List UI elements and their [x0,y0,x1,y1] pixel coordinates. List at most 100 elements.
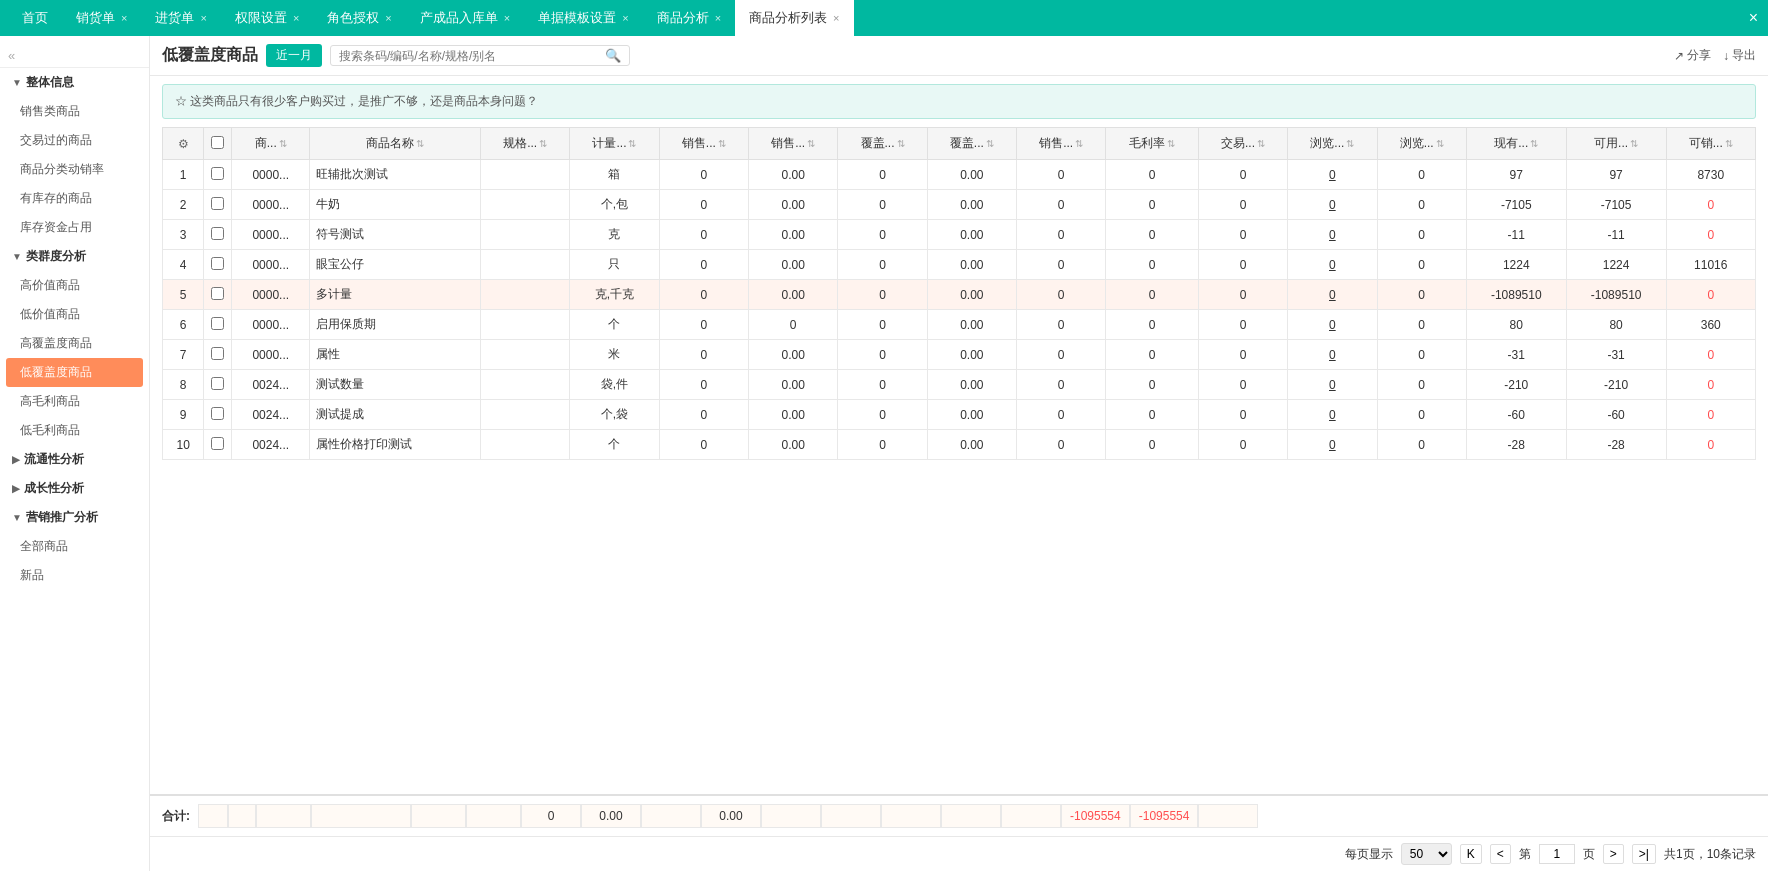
nav-role-auth[interactable]: 角色授权 × [313,0,405,36]
row-browse1-2[interactable]: 0 [1288,220,1377,250]
row-checkbox-8[interactable] [204,400,232,430]
settings-column-header[interactable]: ⚙ [163,128,204,160]
sidebar-section-marketing[interactable]: ▼ 营销推广分析 [0,503,149,532]
row-name-8[interactable]: 测试提成 [310,400,481,430]
row-name-5[interactable]: 启用保质期 [310,310,481,340]
row-checkbox-6[interactable] [204,340,232,370]
sidebar-item-traded-goods[interactable]: 交易过的商品 [0,126,149,155]
sidebar-item-category-rate[interactable]: 商品分类动销率 [0,155,149,184]
next-page-button[interactable]: > [1603,844,1624,864]
row-sales2-5: 0 [749,310,838,340]
code-column-header[interactable]: 商...⇅ [232,128,310,160]
export-button[interactable]: ↓ 导出 [1723,47,1756,64]
first-page-button[interactable]: K [1460,844,1482,864]
sidebar-item-all-goods[interactable]: 全部商品 [0,532,149,561]
row-browse1-0[interactable]: 0 [1288,160,1377,190]
row-name-4[interactable]: 多计量 [310,280,481,310]
sidebar-item-low-value[interactable]: 低价值商品 [0,300,149,329]
sales1-column-header[interactable]: 销售...⇅ [659,128,748,160]
nav-close-product[interactable]: × [504,0,510,36]
row-cover2-8: 0.00 [927,400,1016,430]
sidebar-item-in-stock[interactable]: 有库存的商品 [0,184,149,213]
row-checkbox-0[interactable] [204,160,232,190]
row-checkbox-9[interactable] [204,430,232,460]
sidebar-item-new-goods[interactable]: 新品 [0,561,149,590]
nav-product-entry[interactable]: 产成品入库单 × [406,0,524,36]
sidebar-section-cluster[interactable]: ▼ 类群度分析 [0,242,149,271]
sidebar-item-high-coverage[interactable]: 高覆盖度商品 [0,329,149,358]
sidebar-section-liquidity[interactable]: ▶ 流通性分析 [0,445,149,474]
row-browse1-3[interactable]: 0 [1288,250,1377,280]
nav-sales-order[interactable]: 销货单 × [62,0,141,36]
current-column-header[interactable]: 现有...⇅ [1466,128,1566,160]
browse2-column-header[interactable]: 浏览...⇅ [1377,128,1466,160]
sidebar-item-high-margin[interactable]: 高毛利商品 [0,387,149,416]
sales3-column-header[interactable]: 销售...⇅ [1017,128,1106,160]
trade-column-header[interactable]: 交易...⇅ [1198,128,1287,160]
row-browse1-7[interactable]: 0 [1288,370,1377,400]
nav-close-sales[interactable]: × [121,0,127,36]
row-unit-1: 个,包 [570,190,659,220]
row-name-2[interactable]: 符号测试 [310,220,481,250]
nav-close-purchase[interactable]: × [200,0,206,36]
row-browse1-5[interactable]: 0 [1288,310,1377,340]
sidebar-collapse-button[interactable]: « [8,48,15,63]
share-button[interactable]: ↗ 分享 [1674,47,1711,64]
settings-icon[interactable]: ⚙ [178,137,189,151]
row-checkbox-4[interactable] [204,280,232,310]
row-checkbox-3[interactable] [204,250,232,280]
nav-product-analysis[interactable]: 商品分析 × [643,0,735,36]
sidebar-section-growth[interactable]: ▶ 成长性分析 [0,474,149,503]
nav-close-role[interactable]: × [385,0,391,36]
row-name-6[interactable]: 属性 [310,340,481,370]
nav-close-template[interactable]: × [622,0,628,36]
period-button[interactable]: 近一月 [266,44,322,67]
per-page-select[interactable]: 50 100 [1401,843,1452,865]
row-available-6: -31 [1566,340,1666,370]
row-checkbox-1[interactable] [204,190,232,220]
nav-home[interactable]: 首页 [8,0,62,36]
nav-close-analysis[interactable]: × [715,0,721,36]
sidebar-item-high-value[interactable]: 高价值商品 [0,271,149,300]
row-name-3[interactable]: 眼宝公仔 [310,250,481,280]
sidebar-item-sales-goods[interactable]: 销售类商品 [0,97,149,126]
sellable-column-header[interactable]: 可销...⇅ [1666,128,1755,160]
prev-page-button[interactable]: < [1490,844,1511,864]
nav-close-analysis-list[interactable]: × [833,0,839,36]
browse1-column-header[interactable]: 浏览...⇅ [1288,128,1377,160]
row-checkbox-7[interactable] [204,370,232,400]
sidebar-item-stock-capital[interactable]: 库存资金占用 [0,213,149,242]
cover2-column-header[interactable]: 覆盖...⇅ [927,128,1016,160]
row-browse1-4[interactable]: 0 [1288,280,1377,310]
page-number-input[interactable] [1539,844,1575,864]
sidebar-item-low-margin[interactable]: 低毛利商品 [0,416,149,445]
row-browse1-8[interactable]: 0 [1288,400,1377,430]
sidebar-section-overall[interactable]: ▼ 整体信息 [0,68,149,97]
name-column-header[interactable]: 商品名称⇅ [310,128,481,160]
search-input[interactable] [339,49,605,63]
row-checkbox-5[interactable] [204,310,232,340]
row-name-0[interactable]: 旺辅批次测试 [310,160,481,190]
row-checkbox-2[interactable] [204,220,232,250]
nav-product-analysis-list[interactable]: 商品分析列表 × [735,0,853,36]
nav-permissions[interactable]: 权限设置 × [221,0,313,36]
row-name-9[interactable]: 属性价格打印测试 [310,430,481,460]
row-name-1[interactable]: 牛奶 [310,190,481,220]
nav-purchase-order[interactable]: 进货单 × [141,0,220,36]
sales2-column-header[interactable]: 销售...⇅ [749,128,838,160]
last-page-button[interactable]: >| [1632,844,1656,864]
select-all-checkbox[interactable] [211,136,224,149]
unit-column-header[interactable]: 计量...⇅ [570,128,659,160]
global-close-button[interactable]: × [1749,10,1758,26]
nav-close-permissions[interactable]: × [293,0,299,36]
available-column-header[interactable]: 可用...⇅ [1566,128,1666,160]
spec-column-header[interactable]: 规格...⇅ [480,128,569,160]
row-browse1-6[interactable]: 0 [1288,340,1377,370]
sidebar-item-low-coverage[interactable]: 低覆盖度商品 [6,358,143,387]
gross-rate-column-header[interactable]: 毛利率⇅ [1106,128,1198,160]
nav-template-settings[interactable]: 单据模板设置 × [524,0,642,36]
cover1-column-header[interactable]: 覆盖...⇅ [838,128,927,160]
row-browse1-1[interactable]: 0 [1288,190,1377,220]
row-browse1-9[interactable]: 0 [1288,430,1377,460]
row-name-7[interactable]: 测试数量 [310,370,481,400]
